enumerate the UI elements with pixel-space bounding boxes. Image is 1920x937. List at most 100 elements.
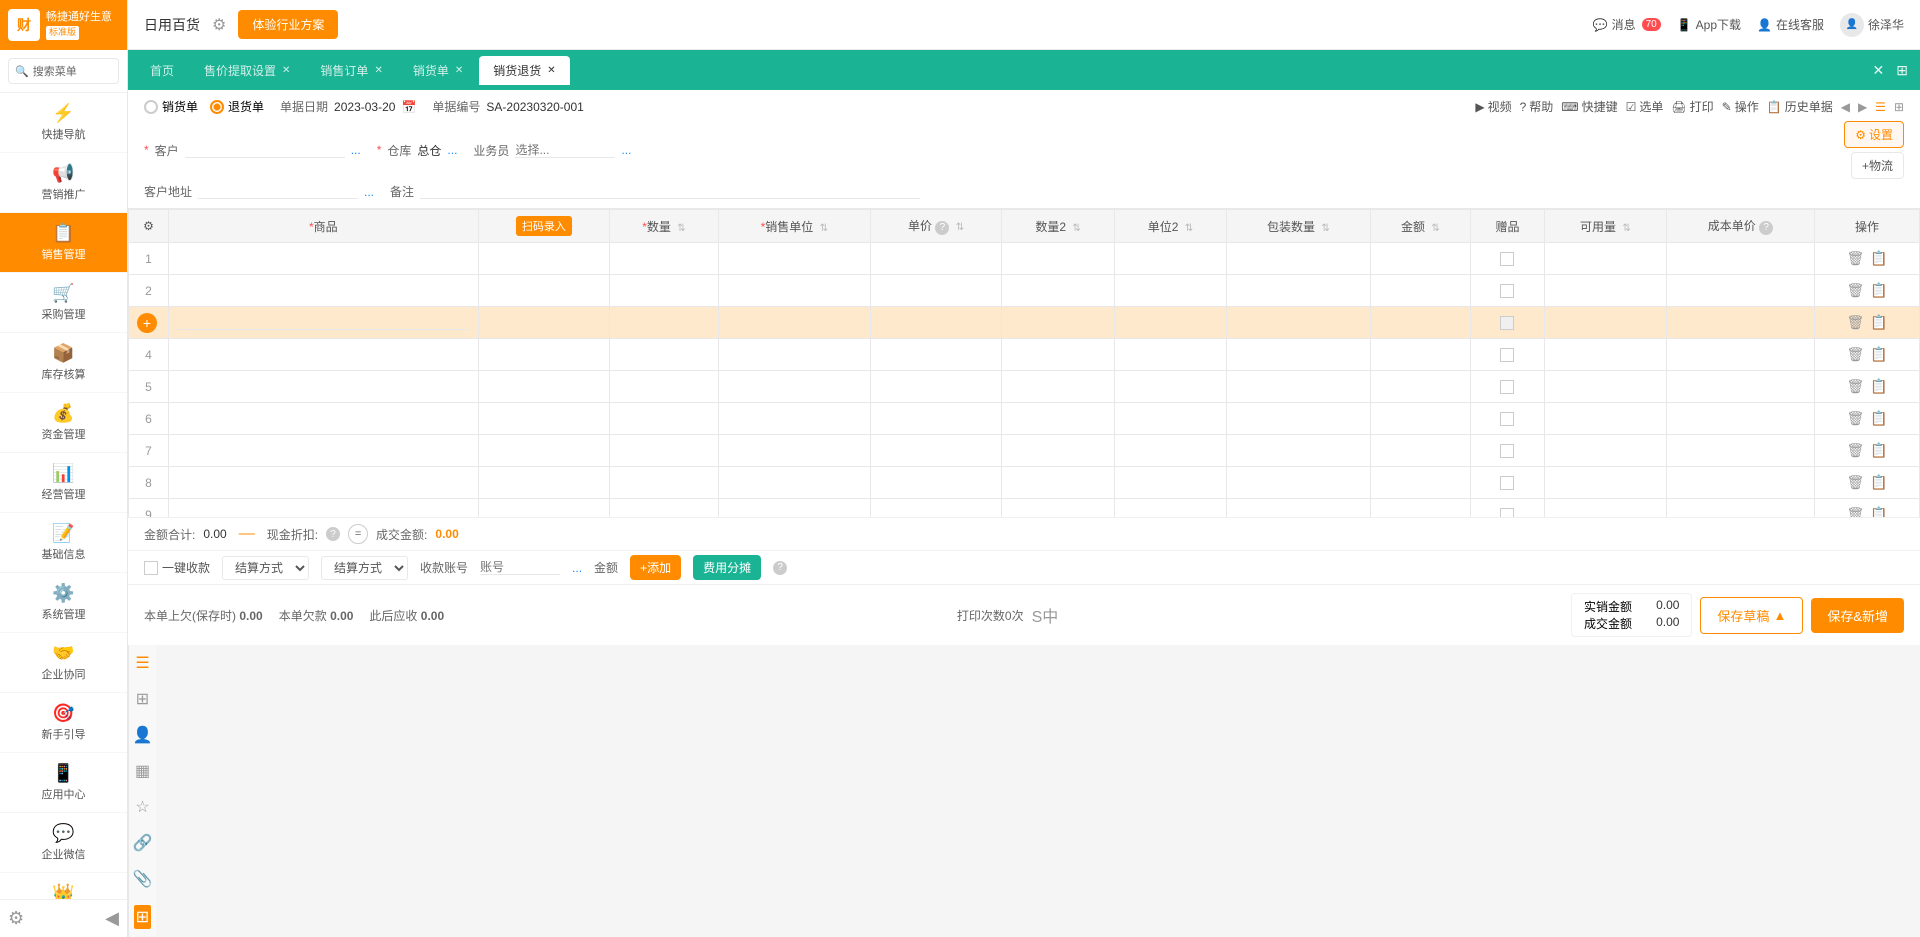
list-view-icon[interactable]: ☰ <box>1875 100 1886 114</box>
close-icon[interactable]: ✕ <box>547 65 555 76</box>
remark-input[interactable] <box>420 184 920 199</box>
unit-cell[interactable] <box>718 307 870 339</box>
gift-cell[interactable] <box>1471 275 1545 307</box>
topbar-gear-icon[interactable]: ⚙ <box>212 15 226 35</box>
gift-checkbox[interactable] <box>1500 316 1514 330</box>
gift-checkbox[interactable] <box>1500 252 1514 266</box>
available-cell[interactable] <box>1544 243 1666 275</box>
customer-address-input[interactable] <box>198 184 358 199</box>
gift-checkbox[interactable] <box>1500 348 1514 362</box>
sidebar-item-basic[interactable]: 📝 基础信息 <box>0 513 127 573</box>
right-star-icon[interactable]: ☆ <box>135 797 149 817</box>
radio-return[interactable]: 退货单 <box>210 98 264 115</box>
unit2-cell[interactable] <box>1114 275 1226 307</box>
address-select-icon[interactable]: ... <box>364 185 374 199</box>
app-download-button[interactable]: 📱 App下载 <box>1677 16 1741 33</box>
sidebar-item-finance[interactable]: 💰 资金管理 <box>0 393 127 453</box>
settings-gear-icon[interactable]: ⚙ <box>8 908 24 929</box>
copy-icon[interactable]: 📋 <box>1870 314 1887 331</box>
save-new-button[interactable]: 保存&新增 <box>1811 598 1904 633</box>
logistics-button[interactable]: +物流 <box>1851 152 1904 179</box>
tab-price-settings[interactable]: 售价提取设置 ✕ <box>190 56 304 85</box>
calendar-icon[interactable]: 📅 <box>401 100 416 114</box>
gift-checkbox[interactable] <box>1500 284 1514 298</box>
tab-sales-return[interactable]: 销货退货 ✕ <box>479 56 569 85</box>
sidebar-item-sales[interactable]: 📋 销售管理 <box>0 213 127 273</box>
unit-cell[interactable] <box>718 275 870 307</box>
price-cell[interactable] <box>870 307 1002 339</box>
unit2-cell[interactable] <box>1114 307 1226 339</box>
gift-checkbox[interactable] <box>1500 508 1514 518</box>
print-btn[interactable]: 🖨 打印 <box>1671 98 1713 115</box>
amount-cell[interactable] <box>1370 275 1470 307</box>
tab-sales-delivery[interactable]: 销货单 ✕ <box>399 56 477 85</box>
settings-button[interactable]: ⚙ 设置 <box>1844 121 1904 148</box>
available-cell[interactable] <box>1544 275 1666 307</box>
qty2-cell[interactable] <box>1002 307 1114 339</box>
delete-icon[interactable]: 🗑 <box>1846 442 1864 459</box>
prev-icon[interactable]: ◀ <box>1841 100 1850 114</box>
history-btn[interactable]: 📋 历史单据 <box>1767 98 1833 115</box>
next-icon[interactable]: ▶ <box>1858 100 1867 114</box>
copy-icon[interactable]: 📋 <box>1870 442 1887 459</box>
gift-checkbox[interactable] <box>1500 380 1514 394</box>
sidebar-item-member[interactable]: 👑 畅会员 <box>0 873 127 899</box>
sort-icon[interactable]: ⇅ <box>1431 223 1439 234</box>
scan-input-button[interactable]: 扫码录入 <box>516 216 572 236</box>
available-cell[interactable] <box>1544 307 1666 339</box>
sort-icon[interactable]: ⇅ <box>1185 223 1193 234</box>
salesperson-select-icon[interactable]: ... <box>621 143 631 157</box>
delete-icon[interactable]: 🗑 <box>1846 250 1864 267</box>
delete-icon[interactable]: 🗑 <box>1846 378 1864 395</box>
close-icon[interactable]: ✕ <box>282 65 290 76</box>
product-cell-active[interactable] <box>169 307 479 339</box>
online-service-button[interactable]: 👤 在线客服 <box>1757 16 1824 33</box>
price-help-icon[interactable]: ? <box>935 221 949 235</box>
add-row-button[interactable]: + <box>137 313 157 333</box>
collapse-icon[interactable]: ◀ <box>105 908 119 929</box>
add-row-cell[interactable]: + <box>129 307 169 339</box>
fee-help-icon[interactable]: ? <box>773 561 787 575</box>
warehouse-select-icon[interactable]: ... <box>447 143 457 157</box>
copy-icon[interactable]: 📋 <box>1870 410 1887 427</box>
qty2-cell[interactable] <box>1002 275 1114 307</box>
copy-icon[interactable]: 📋 <box>1870 378 1887 395</box>
right-clip-icon[interactable]: 📎 <box>133 869 153 889</box>
sidebar-item-marketing[interactable]: 📢 营销推广 <box>0 153 127 213</box>
pkg-qty-cell[interactable] <box>1227 307 1371 339</box>
add-payment-button[interactable]: +添加 <box>630 555 681 580</box>
delete-icon[interactable]: 🗑 <box>1846 346 1864 363</box>
sidebar-item-operation[interactable]: 📊 经营管理 <box>0 453 127 513</box>
sidebar-item-apps[interactable]: 📱 应用中心 <box>0 753 127 813</box>
right-grid-view-icon[interactable]: ⊞ <box>136 689 149 709</box>
account-select-icon[interactable]: ... <box>572 561 582 575</box>
close-all-tabs-button[interactable]: ✕ <box>1869 58 1889 83</box>
cost-price-cell[interactable] <box>1666 243 1814 275</box>
shortcut-btn[interactable]: ⌨ 快捷键 <box>1561 98 1617 115</box>
quantity-cell[interactable] <box>610 307 719 339</box>
sidebar-item-guide[interactable]: 🎯 新手引导 <box>0 693 127 753</box>
gift-checkbox[interactable] <box>1500 444 1514 458</box>
sort-icon[interactable]: ⇅ <box>820 223 828 234</box>
right-home-icon[interactable]: ⊞ <box>134 905 151 929</box>
tab-home[interactable]: 首页 <box>136 56 188 85</box>
sidebar-item-purchase[interactable]: 🛒 采购管理 <box>0 273 127 333</box>
sidebar-item-system[interactable]: ⚙️ 系统管理 <box>0 573 127 633</box>
message-button[interactable]: 💬 消息 70 <box>1593 16 1661 33</box>
grid-view-icon[interactable]: ⊞ <box>1894 100 1904 114</box>
delete-icon[interactable]: 🗑 <box>1846 506 1864 517</box>
cost-price-cell[interactable] <box>1666 275 1814 307</box>
fee-split-button[interactable]: 费用分摊 <box>693 555 761 580</box>
radio-delivery[interactable]: 销货单 <box>144 98 198 115</box>
pkg-qty-cell[interactable] <box>1227 243 1371 275</box>
right-link-icon[interactable]: 🔗 <box>133 833 153 853</box>
copy-icon[interactable]: 📋 <box>1870 506 1887 517</box>
operation-btn[interactable]: ✎ 操作 <box>1722 98 1759 115</box>
customer-select-icon[interactable]: ... <box>351 143 361 157</box>
pkg-qty-cell[interactable] <box>1227 275 1371 307</box>
select-btn[interactable]: ☑ 选单 <box>1626 98 1664 115</box>
unit-cell[interactable] <box>718 243 870 275</box>
sidebar-item-shortcut[interactable]: ⚡ 快捷导航 <box>0 93 127 153</box>
price-cell[interactable] <box>870 243 1002 275</box>
account-input[interactable] <box>480 560 560 575</box>
